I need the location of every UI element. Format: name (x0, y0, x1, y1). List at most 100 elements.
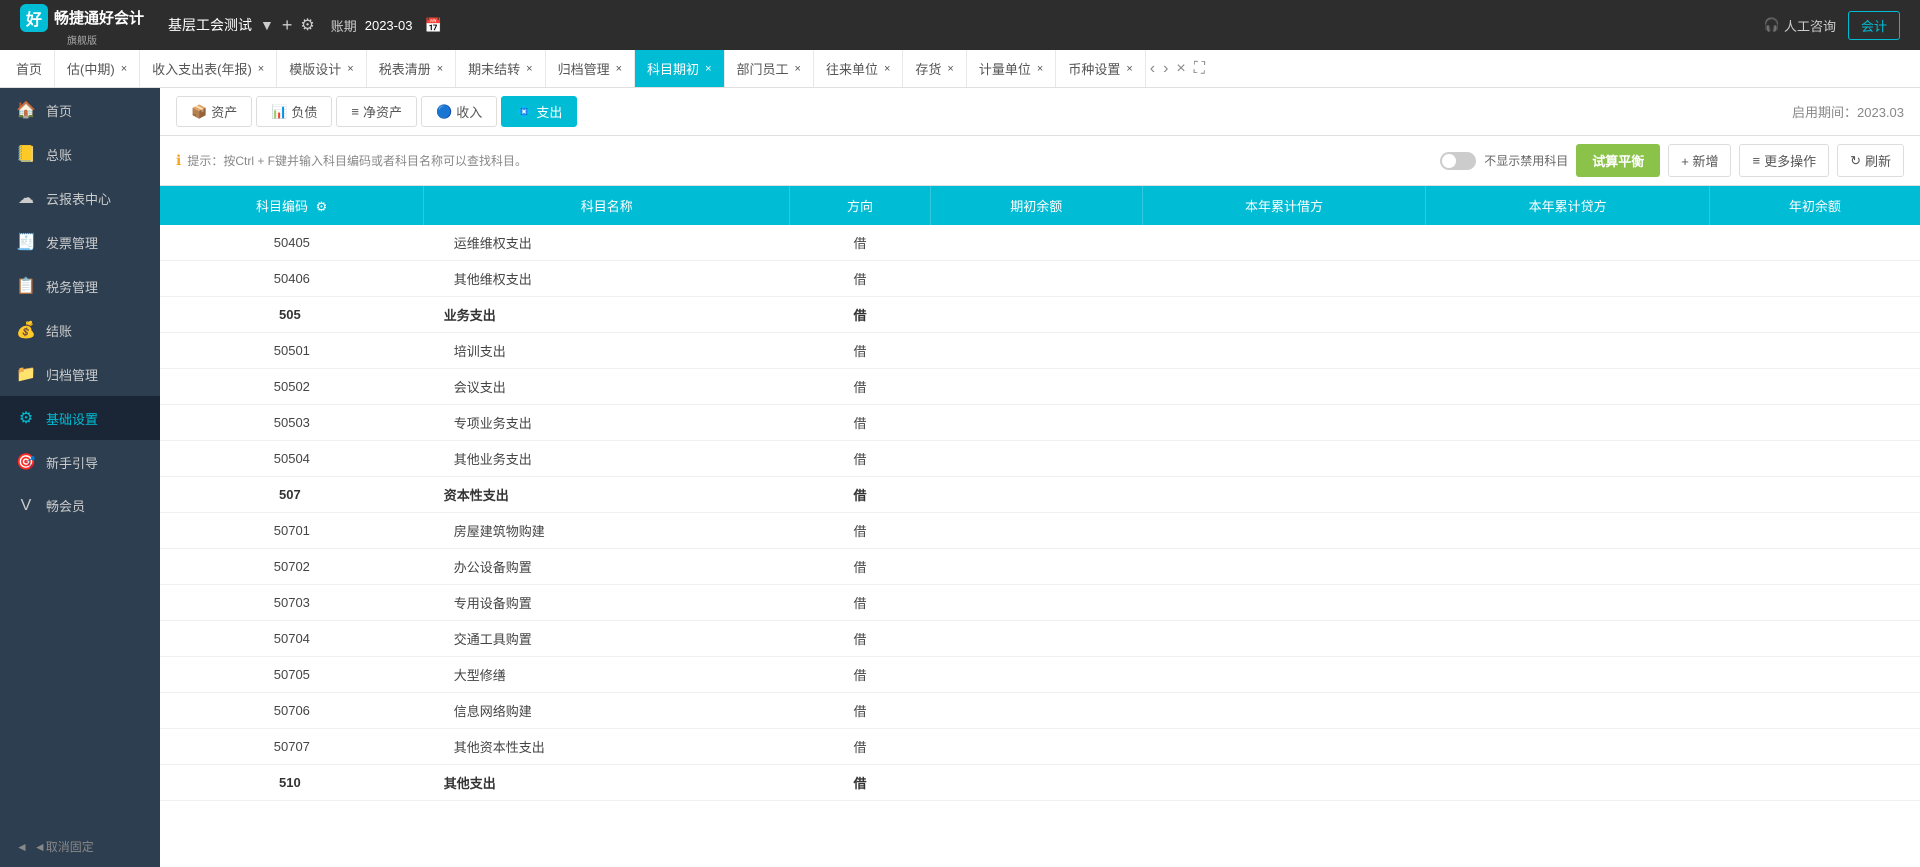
tab-dept-staff[interactable]: 部门员工 × (725, 50, 814, 88)
tab-unit-close[interactable]: × (1037, 63, 1043, 75)
tab-income-report[interactable]: 收入支出表(年报) × (140, 50, 277, 88)
sidebar-item-basic-settings[interactable]: ⚙ 基础设置 (0, 396, 160, 440)
home-icon: 🏠 (16, 100, 36, 120)
table-row[interactable]: 50501培训支出借 (160, 333, 1920, 369)
tab-dept-staff-close[interactable]: × (795, 63, 801, 75)
cell-name: 其他维权支出 (424, 261, 790, 297)
sub-tab-liability[interactable]: 📊 负债 (256, 96, 332, 127)
content-area: 📦 资产 📊 负债 ≡ 净资产 🔵 收入 💠 支出 启用期间：2023.03 (160, 88, 1920, 867)
sidebar-item-archive[interactable]: 📁 归档管理 (0, 352, 160, 396)
table-row[interactable]: 50702办公设备购置借 (160, 549, 1920, 585)
table-row[interactable]: 50405运维维权支出借 (160, 225, 1920, 261)
tab-subject-init-label: 科目期初 (647, 59, 699, 78)
col-settings-icon[interactable]: ⚙ (316, 199, 328, 214)
tab-period-end[interactable]: 期末结转 × (456, 50, 545, 88)
tab-inventory[interactable]: 存货 × (903, 50, 966, 88)
tab-template-close[interactable]: × (347, 63, 353, 75)
cell-direction: 借 (790, 513, 930, 549)
table-row[interactable]: 50705大型修缮借 (160, 657, 1920, 693)
tab-contacts-close[interactable]: × (884, 63, 890, 75)
sub-tab-income[interactable]: 🔵 收入 (421, 96, 497, 127)
more-icon: ≡ (1752, 153, 1760, 168)
sidebar-item-invoice[interactable]: 🧾 发票管理 (0, 220, 160, 264)
tab-estimate[interactable]: 估(中期) × (55, 50, 140, 88)
tab-inventory-close[interactable]: × (947, 63, 953, 75)
cell-opening (930, 225, 1142, 261)
sidebar-item-home[interactable]: 🏠 首页 (0, 88, 160, 132)
cell-ytd-debit (1142, 621, 1426, 657)
tab-archive[interactable]: 归档管理 × (546, 50, 635, 88)
tab-contacts[interactable]: 往来单位 × (814, 50, 903, 88)
sub-tab-asset[interactable]: 📦 资产 (176, 96, 252, 127)
table-row[interactable]: 50706信息网络购建借 (160, 693, 1920, 729)
more-ops-btn[interactable]: ≡ 更多操作 (1739, 144, 1829, 177)
add-new-btn[interactable]: + 新增 (1668, 144, 1731, 177)
sidebar-item-guide[interactable]: 🎯 新手引导 (0, 440, 160, 484)
account-btn[interactable]: 会计 (1848, 11, 1900, 40)
tab-home[interactable]: 首页 (4, 50, 55, 88)
tab-unit[interactable]: 计量单位 × (967, 50, 1056, 88)
hint-text: 提示：按Ctrl + F键并输入科目编码或者科目名称可以查找科目。 (187, 152, 527, 169)
table-row[interactable]: 50703专用设备购置借 (160, 585, 1920, 621)
tab-tax[interactable]: 税表清册 × (367, 50, 456, 88)
tab-archive-close[interactable]: × (616, 63, 622, 75)
refresh-btn[interactable]: ↻ 刷新 (1837, 144, 1904, 177)
disable-toggle[interactable] (1440, 152, 1476, 170)
sidebar-collapse-btn[interactable]: ◄ ◄取消固定 (0, 826, 160, 867)
table-row[interactable]: 50502会议支出借 (160, 369, 1920, 405)
tab-tax-label: 税表清册 (379, 59, 431, 78)
table-row[interactable]: 507资本性支出借 (160, 477, 1920, 513)
tab-close-all-btn[interactable]: × (1172, 60, 1189, 78)
support-btn[interactable]: 🎧 人工咨询 (1764, 16, 1836, 35)
sidebar-item-cloud-report[interactable]: ☁ 云报表中心 (0, 176, 160, 220)
cell-ytd-credit (1426, 297, 1710, 333)
add-company-btn[interactable]: + (282, 16, 293, 34)
table-row[interactable]: 50701房屋建筑物购建借 (160, 513, 1920, 549)
tab-tax-close[interactable]: × (437, 63, 443, 75)
tab-template[interactable]: 模版设计 × (277, 50, 366, 88)
tab-currency[interactable]: 币种设置 × (1056, 50, 1145, 88)
sidebar-cloud-label: 云报表中心 (46, 189, 111, 208)
sub-tab-net-asset[interactable]: ≡ 净资产 (336, 96, 417, 127)
table-row[interactable]: 50503专项业务支出借 (160, 405, 1920, 441)
tab-scroll-left-btn[interactable]: ‹ (1146, 60, 1159, 78)
cell-code: 50704 (160, 621, 424, 657)
cell-opening (930, 585, 1142, 621)
sidebar-item-settlement[interactable]: 💰 结账 (0, 308, 160, 352)
cell-ytd-debit (1142, 657, 1426, 693)
cell-direction: 借 (790, 297, 930, 333)
tab-income-report-close[interactable]: × (258, 63, 264, 75)
balance-btn[interactable]: 试算平衡 (1576, 144, 1660, 177)
sub-tab-liability-label: 负债 (291, 102, 317, 121)
cell-direction: 借 (790, 405, 930, 441)
tab-estimate-close[interactable]: × (121, 63, 127, 75)
cell-opening (930, 729, 1142, 765)
tab-expand-btn[interactable]: ⛶ (1190, 60, 1209, 78)
cell-ytd-debit (1142, 261, 1426, 297)
sidebar-settlement-label: 结账 (46, 321, 72, 340)
sidebar-item-member[interactable]: V 畅会员 (0, 484, 160, 527)
table-row[interactable]: 50504其他业务支出借 (160, 441, 1920, 477)
tab-period-end-close[interactable]: × (526, 63, 532, 75)
table-row[interactable]: 510其他支出借 (160, 765, 1920, 801)
cell-year-opening (1709, 297, 1920, 333)
cell-ytd-debit (1142, 513, 1426, 549)
company-dropdown-btn[interactable]: ▼ (260, 17, 274, 33)
sub-tab-expense[interactable]: 💠 支出 (501, 96, 577, 127)
cell-direction: 借 (790, 549, 930, 585)
tab-currency-close[interactable]: × (1126, 63, 1132, 75)
logo-area: 好 畅捷通好会计 旗舰版 (12, 4, 152, 47)
cell-code: 50503 (160, 405, 424, 441)
calendar-icon[interactable]: 📅 (424, 17, 441, 34)
sidebar-item-general-ledger[interactable]: 📒 总账 (0, 132, 160, 176)
table-row[interactable]: 50707其他资本性支出借 (160, 729, 1920, 765)
tab-subject-init[interactable]: 科目期初 × (635, 50, 724, 88)
table-row[interactable]: 50406其他维权支出借 (160, 261, 1920, 297)
company-name: 基层工会测试 (168, 15, 252, 35)
sidebar-item-tax[interactable]: 📋 税务管理 (0, 264, 160, 308)
settings-btn[interactable]: ⚙ (300, 15, 314, 35)
table-row[interactable]: 50704交通工具购置借 (160, 621, 1920, 657)
tab-subject-init-close[interactable]: × (705, 63, 711, 75)
tab-scroll-right-btn[interactable]: › (1159, 60, 1172, 78)
table-row[interactable]: 505业务支出借 (160, 297, 1920, 333)
